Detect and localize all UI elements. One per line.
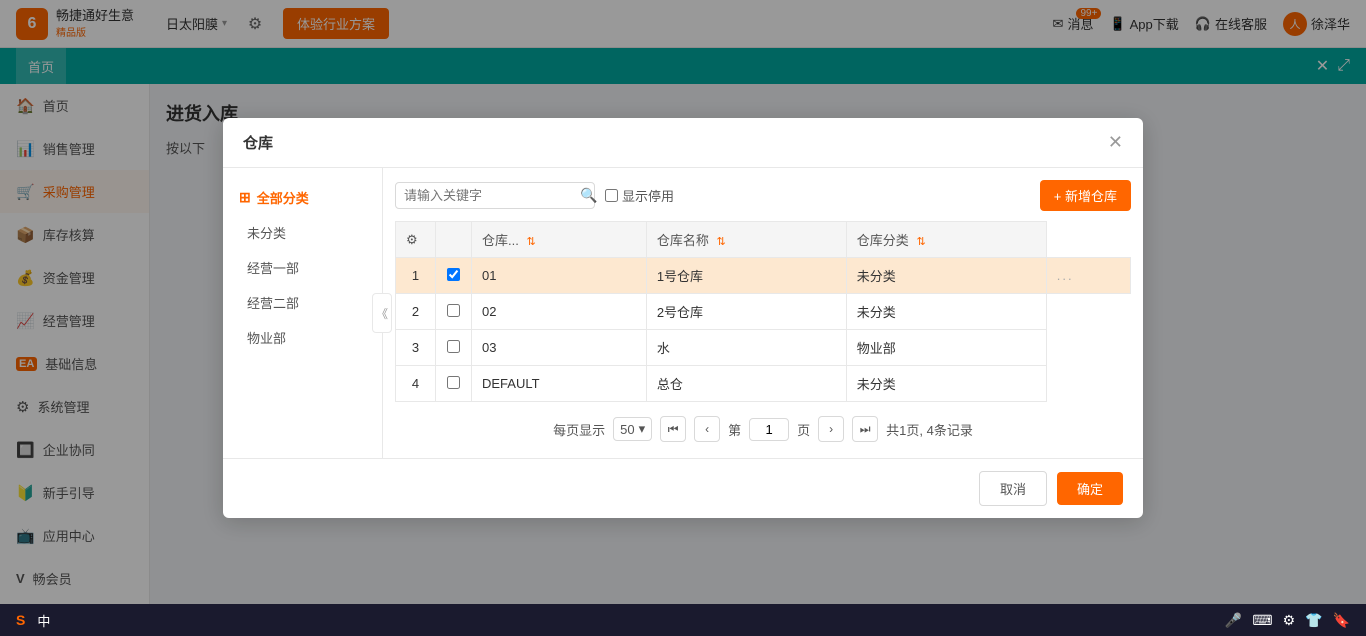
grid-icon: ⊞ — [239, 189, 251, 206]
row-num: 4 — [396, 366, 436, 402]
table-toolbar: 🔍 显示停用 + 新增仓库 — [395, 180, 1131, 211]
modal-header: 仓库 ✕ — [223, 118, 1143, 168]
search-input[interactable] — [404, 188, 580, 203]
row-name: 水 — [646, 330, 846, 366]
modal-title: 仓库 — [243, 132, 273, 153]
add-warehouse-button[interactable]: + 新增仓库 — [1040, 180, 1131, 211]
settings-status-icon[interactable]: ⚙ — [1283, 612, 1296, 629]
row-checkbox-1[interactable] — [447, 304, 460, 317]
col-name: 仓库名称 ⇅ — [646, 222, 846, 258]
modal-footer: 取消 确定 — [223, 458, 1143, 518]
table-panel: 🔍 显示停用 + 新增仓库 ⚙ — [383, 168, 1143, 458]
category-item-3[interactable]: 物业部 — [223, 320, 382, 355]
row-name: 1号仓库 — [646, 258, 846, 294]
confirm-button[interactable]: 确定 — [1057, 472, 1123, 505]
cancel-button[interactable]: 取消 — [979, 471, 1047, 506]
table-header-row: ⚙ 仓库... ⇅ 仓库名称 ⇅ — [396, 222, 1131, 258]
row-category: 未分类 — [846, 366, 1046, 402]
row-checkbox-2[interactable] — [447, 340, 460, 353]
row-code: 02 — [472, 294, 647, 330]
row-checkbox-cell — [436, 366, 472, 402]
table-row[interactable]: 3 03 水 物业部 — [396, 330, 1131, 366]
prev-page-button[interactable]: ‹ — [694, 416, 720, 442]
keyboard-icon[interactable]: ⌨ — [1252, 612, 1272, 629]
row-checkbox-cell — [436, 294, 472, 330]
row-category: 未分类 — [846, 258, 1046, 294]
col-code: 仓库... ⇅ — [472, 222, 647, 258]
modal-body: ⊞ 全部分类 未分类 经营一部 经营二部 物业部 《 🔍 — [223, 168, 1143, 458]
total-label: 共1页, 4条记录 — [886, 420, 973, 439]
per-page-select[interactable]: 50 ▾ — [613, 417, 652, 441]
collapse-icon: 《 — [376, 305, 388, 322]
row-num: 1 — [396, 258, 436, 294]
row-code: DEFAULT — [472, 366, 647, 402]
table-row[interactable]: 1 01 1号仓库 未分类 ... — [396, 258, 1131, 294]
action-dots-icon: ... — [1057, 268, 1074, 283]
row-checkbox-3[interactable] — [447, 376, 460, 389]
row-num: 3 — [396, 330, 436, 366]
all-category-label: 全部分类 — [257, 188, 309, 207]
category-item-2[interactable]: 经营二部 — [223, 285, 382, 320]
col-category-label: 仓库分类 — [857, 233, 909, 248]
table-row[interactable]: 4 DEFAULT 总仓 未分类 — [396, 366, 1131, 402]
table-row[interactable]: 2 02 2号仓库 未分类 — [396, 294, 1131, 330]
sort-name-icon: ⇅ — [716, 236, 725, 248]
row-num: 2 — [396, 294, 436, 330]
status-logo: S — [16, 612, 25, 628]
last-page-button[interactable]: ⏭ — [852, 416, 878, 442]
first-page-button[interactable]: ⏮ — [660, 416, 686, 442]
warehouse-table: ⚙ 仓库... ⇅ 仓库名称 ⇅ — [395, 221, 1131, 402]
row-category: 物业部 — [846, 330, 1046, 366]
category-panel: ⊞ 全部分类 未分类 经营一部 经营二部 物业部 《 — [223, 168, 383, 458]
warehouse-modal: 仓库 ✕ ⊞ 全部分类 未分类 经营一部 经营二部 物业部 《 — [223, 118, 1143, 518]
show-disabled-label: 显示停用 — [605, 186, 674, 205]
col-settings: ⚙ — [396, 222, 436, 258]
modal-overlay: 仓库 ✕ ⊞ 全部分类 未分类 经营一部 经营二部 物业部 《 — [0, 0, 1366, 636]
col-name-label: 仓库名称 — [657, 233, 709, 248]
row-code: 01 — [472, 258, 647, 294]
page-number-input[interactable] — [749, 418, 789, 441]
sort-category-icon: ⇅ — [916, 236, 925, 248]
row-checkbox-cell — [436, 258, 472, 294]
category-item-1[interactable]: 经营一部 — [223, 250, 382, 285]
show-disabled-checkbox[interactable] — [605, 189, 618, 202]
col-code-label: 仓库... — [482, 233, 519, 248]
col-gear-icon: ⚙ — [406, 232, 418, 247]
collapse-button[interactable]: 《 — [372, 293, 392, 333]
col-category: 仓库分类 ⇅ — [846, 222, 1046, 258]
page-unit: 页 — [797, 420, 810, 439]
status-icons: 🎤 ⌨ ⚙ 👕 🔖 — [1225, 612, 1350, 629]
sort-code-icon: ⇅ — [526, 236, 535, 248]
col-checkbox — [436, 222, 472, 258]
bookmark-icon[interactable]: 🔖 — [1333, 612, 1350, 629]
status-bar: S 中 🎤 ⌨ ⚙ 👕 🔖 — [0, 604, 1366, 636]
category-item-0[interactable]: 未分类 — [223, 215, 382, 250]
search-box[interactable]: 🔍 — [395, 182, 595, 209]
pagination: 每页显示 50 ▾ ⏮ ‹ 第 页 › ⏭ 共1页, 4条记录 — [395, 402, 1131, 446]
row-name: 2号仓库 — [646, 294, 846, 330]
row-category: 未分类 — [846, 294, 1046, 330]
row-actions[interactable]: ... — [1046, 258, 1130, 294]
shirt-icon[interactable]: 👕 — [1305, 612, 1322, 629]
search-icon: 🔍 — [580, 187, 597, 204]
show-disabled-text: 显示停用 — [622, 186, 674, 205]
row-checkbox-0[interactable] — [447, 268, 460, 281]
next-page-button[interactable]: › — [818, 416, 844, 442]
status-text: 中 — [37, 611, 50, 630]
modal-close-button[interactable]: ✕ — [1108, 132, 1123, 153]
per-page-label: 每页显示 — [553, 420, 605, 439]
mic-icon[interactable]: 🎤 — [1225, 612, 1242, 629]
row-checkbox-cell — [436, 330, 472, 366]
all-category-item[interactable]: ⊞ 全部分类 — [223, 180, 382, 215]
row-name: 总仓 — [646, 366, 846, 402]
table-wrapper: ⚙ 仓库... ⇅ 仓库名称 ⇅ — [395, 221, 1131, 402]
row-code: 03 — [472, 330, 647, 366]
page-label: 第 — [728, 420, 741, 439]
